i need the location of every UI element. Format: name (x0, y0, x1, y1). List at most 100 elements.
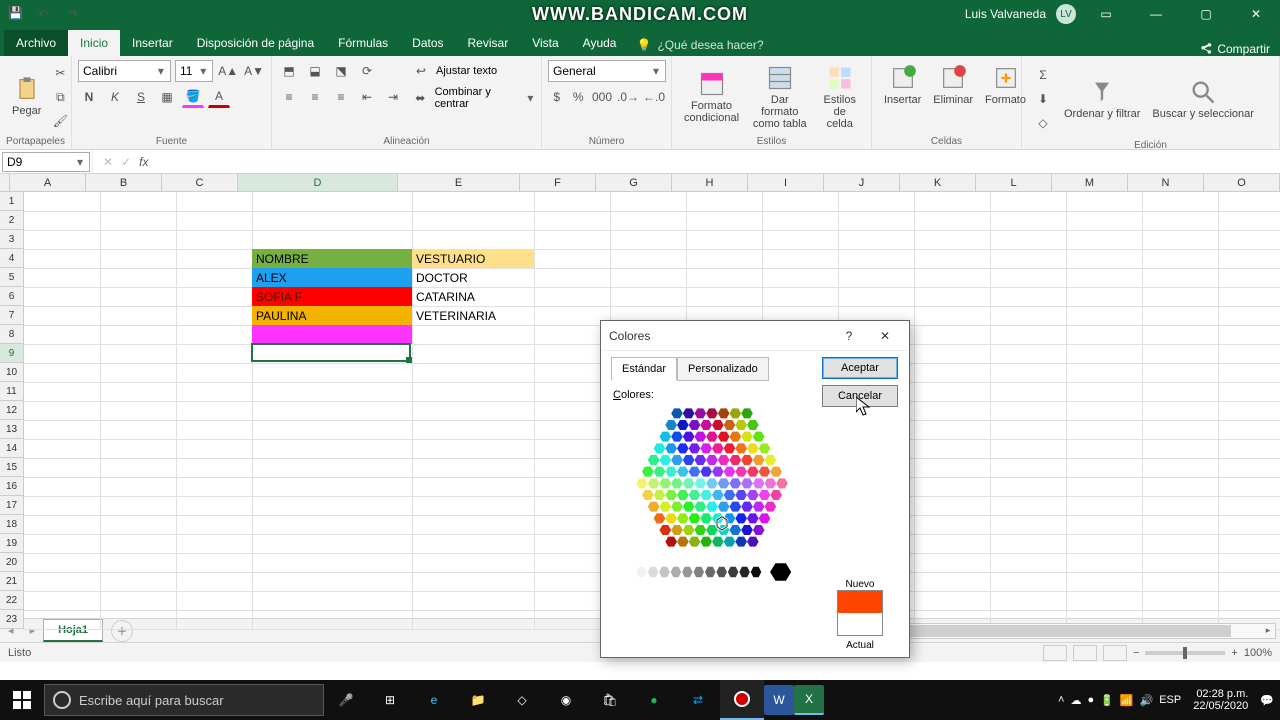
align-right-icon[interactable]: ≡ (330, 86, 352, 108)
zoom-level[interactable]: 100% (1244, 647, 1272, 659)
delete-cells-button[interactable]: Eliminar (927, 60, 979, 110)
row-header[interactable]: 4 (0, 249, 23, 268)
tab-insertar[interactable]: Insertar (120, 30, 185, 56)
column-header[interactable]: D (238, 174, 398, 191)
tab-revisar[interactable]: Revisar (456, 30, 521, 56)
column-header[interactable]: C (162, 174, 238, 191)
cell[interactable]: SOFIA F (252, 287, 412, 306)
scroll-right-icon[interactable]: ▸ (1261, 624, 1275, 638)
wrap-text-button[interactable]: ↩Ajustar texto (410, 60, 535, 82)
row-header[interactable]: 3 (0, 230, 23, 249)
decrease-font-icon[interactable]: A▼ (243, 60, 265, 82)
column-header[interactable]: O (1204, 174, 1280, 191)
number-format-dropdown[interactable]: General▾ (548, 60, 666, 82)
store-icon[interactable]: 🛍 (588, 680, 632, 720)
taskview-icon[interactable]: ⊞ (368, 680, 412, 720)
cell[interactable]: DOCTOR (412, 268, 534, 287)
percent-icon[interactable]: % (570, 86, 588, 108)
tell-me[interactable]: 💡 ¿Qué desea hacer? (628, 34, 771, 56)
excel-icon[interactable]: X (794, 685, 824, 715)
view-normal-icon[interactable] (1043, 645, 1067, 661)
conditional-format-button[interactable]: Formato condicional (678, 60, 745, 134)
teamviewer-icon[interactable]: ⇄ (676, 680, 720, 720)
view-layout-icon[interactable] (1073, 645, 1097, 661)
borders-icon[interactable]: ▦ (156, 86, 178, 108)
increase-decimal-icon[interactable]: .0→ (617, 86, 639, 108)
cell[interactable]: NOMBRE (252, 249, 412, 268)
tray-bandicam-icon[interactable]: ● (1087, 694, 1094, 706)
row-header[interactable]: 17 (0, 496, 23, 515)
row-header[interactable]: 11 (0, 382, 23, 401)
clear-icon[interactable]: ◇ (1032, 112, 1054, 134)
row-header[interactable]: 15 (0, 458, 23, 477)
formula-input[interactable] (156, 150, 1280, 173)
align-bottom-icon[interactable]: ⬔ (330, 60, 352, 82)
color-hexagon-picker[interactable] (624, 405, 800, 555)
format-as-table-button[interactable]: Dar formato como tabla (745, 60, 814, 134)
zoom-in-icon[interactable]: + (1231, 647, 1237, 659)
cut-icon[interactable]: ✂ (49, 62, 71, 84)
tray-clock[interactable]: 02:28 p.m. 22/05/2020 (1187, 688, 1254, 712)
mic-icon[interactable]: 🎤 (324, 680, 368, 720)
font-size-dropdown[interactable]: 11▾ (175, 60, 213, 82)
row-header[interactable]: 2 (0, 211, 23, 230)
increase-indent-icon[interactable]: ⇥ (382, 86, 404, 108)
maximize-icon[interactable]: ▢ (1186, 0, 1226, 28)
merge-center-button[interactable]: ⬌Combinar y centrar▾ (410, 86, 535, 110)
column-header[interactable]: B (86, 174, 162, 191)
decrease-indent-icon[interactable]: ⇤ (356, 86, 378, 108)
row-header[interactable]: 6 (0, 287, 23, 306)
tray-volume-icon[interactable]: 🔊 (1140, 694, 1154, 707)
cell[interactable]: VESTUARIO (412, 249, 534, 268)
ok-button[interactable]: Aceptar (822, 357, 898, 379)
tab-vista[interactable]: Vista (520, 30, 570, 56)
tab-ayuda[interactable]: Ayuda (571, 30, 629, 56)
account-name[interactable]: Luis Valvaneda (965, 7, 1046, 21)
ribbon-options-icon[interactable]: ▭ (1086, 0, 1126, 28)
autosave-icon[interactable]: 💾 (8, 6, 24, 22)
row-header[interactable]: 14 (0, 439, 23, 458)
tab-disposición-de-página[interactable]: Disposición de página (185, 30, 326, 56)
bold-button[interactable]: N (78, 86, 100, 108)
row-header[interactable]: 16 (0, 477, 23, 496)
tab-standard[interactable]: Estándar (611, 357, 677, 381)
align-top-icon[interactable]: ⬒ (278, 60, 300, 82)
dialog-titlebar[interactable]: Colores ? ✕ (601, 321, 909, 351)
orientation-icon[interactable]: ⟳ (356, 60, 378, 82)
tray-chevron-icon[interactable]: ˄ (1058, 694, 1064, 706)
column-header[interactable]: K (900, 174, 976, 191)
row-header[interactable]: 12 (0, 401, 23, 420)
enter-formula-icon[interactable]: ✓ (121, 155, 131, 169)
row-header[interactable]: 1 (0, 192, 23, 211)
tray-wifi-icon[interactable]: 📶 (1120, 694, 1134, 707)
align-left-icon[interactable]: ≡ (278, 86, 300, 108)
font-color-icon[interactable]: A (208, 86, 230, 108)
close-icon[interactable]: ✕ (1236, 0, 1276, 28)
column-header[interactable]: H (672, 174, 748, 191)
tray-battery-icon[interactable]: 🔋 (1100, 694, 1114, 707)
cell-styles-button[interactable]: Estilos de celda (815, 60, 866, 134)
thousands-icon[interactable]: 000 (591, 86, 613, 108)
font-name-dropdown[interactable]: Calibri▾ (78, 60, 171, 82)
tab-file[interactable]: Archivo (4, 30, 68, 56)
fill-color-icon[interactable]: 🪣 (182, 86, 204, 108)
row-header[interactable]: 8 (0, 325, 23, 344)
row-header[interactable]: 21 (0, 572, 23, 591)
underline-button[interactable]: S (130, 86, 152, 108)
cell[interactable]: CATARINA (412, 287, 534, 306)
bandicam-icon[interactable] (720, 680, 764, 720)
row-header[interactable]: 13 (0, 420, 23, 439)
column-header[interactable]: N (1128, 174, 1204, 191)
cell[interactable]: PAULINA (252, 306, 412, 325)
align-middle-icon[interactable]: ⬓ (304, 60, 326, 82)
cell[interactable]: VETERINARIA (412, 306, 534, 325)
name-box[interactable]: D9▾ (2, 152, 90, 172)
spotify-icon[interactable]: ● (632, 680, 676, 720)
row-header[interactable]: 23 (0, 610, 23, 629)
fx-icon[interactable]: fx (139, 155, 148, 169)
currency-icon[interactable]: $ (548, 86, 566, 108)
paste-button[interactable]: Pegar (6, 60, 47, 132)
fill-icon[interactable]: ⬇ (1032, 88, 1054, 110)
tray-onedrive-icon[interactable]: ☁ (1070, 694, 1081, 707)
row-header[interactable]: 18 (0, 515, 23, 534)
